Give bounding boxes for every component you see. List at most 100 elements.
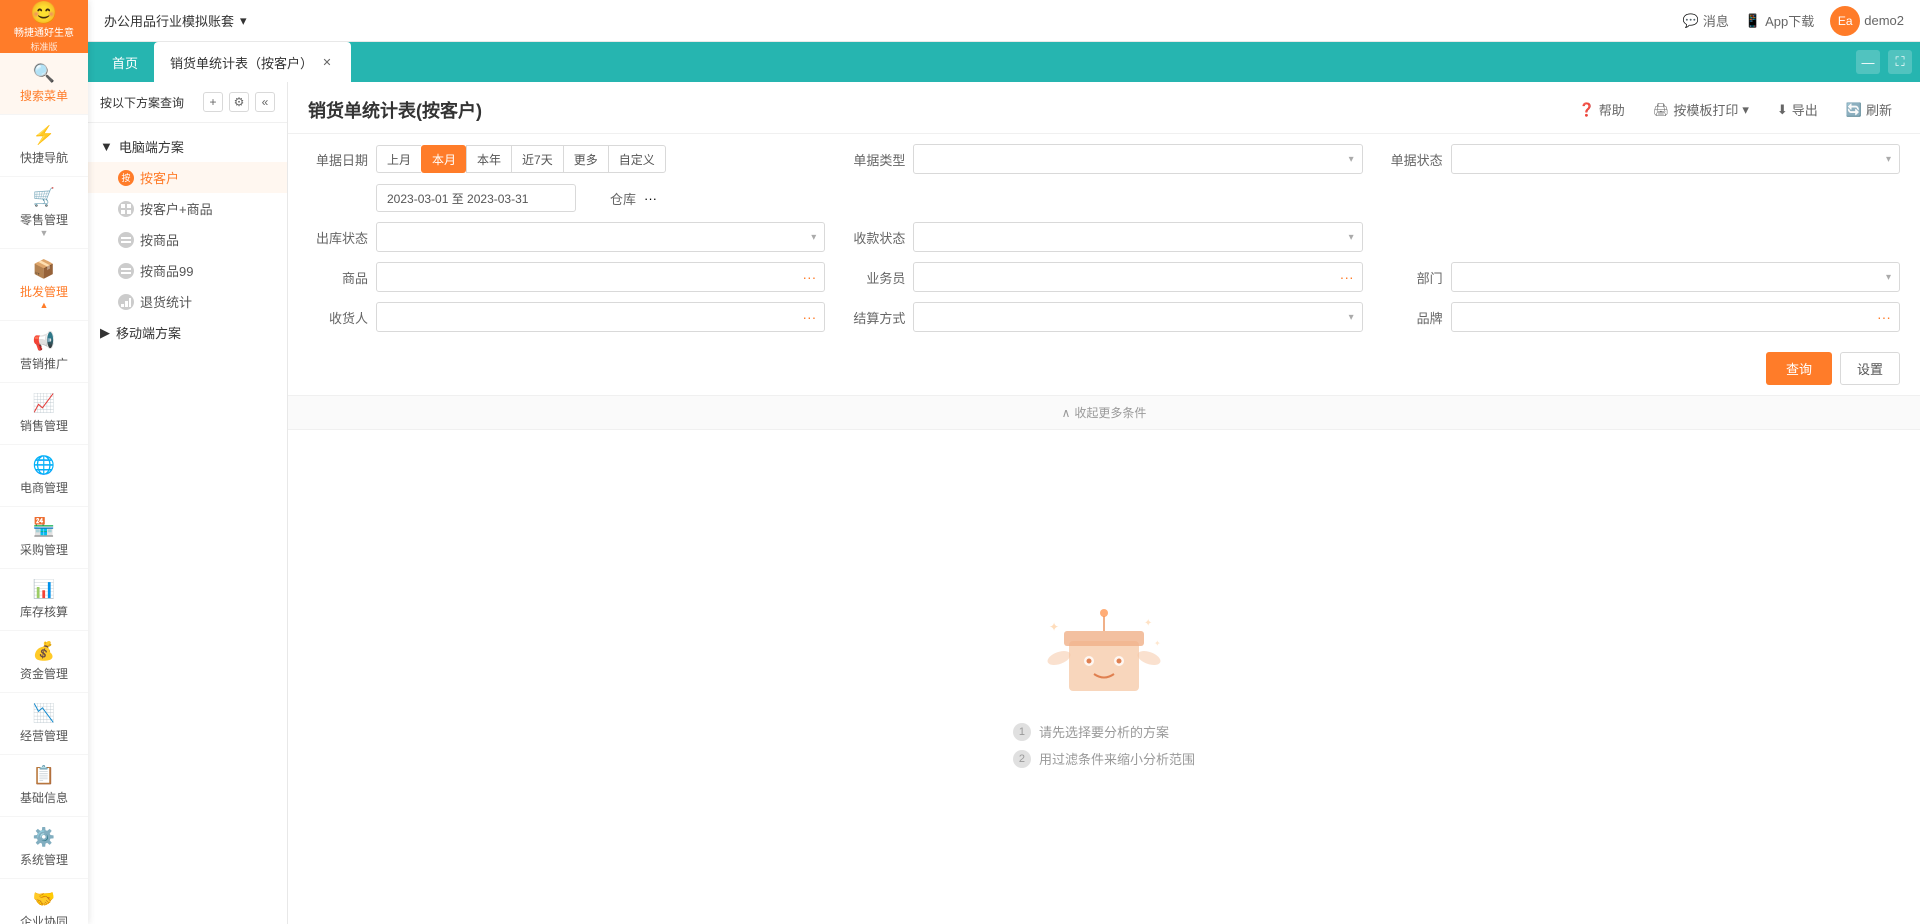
help-btn[interactable]: ❓ 帮助 xyxy=(1571,96,1633,123)
tree-child-label: 按客户 xyxy=(140,168,179,187)
sidebar-item-retail-mgmt[interactable]: 🛒 零售管理 ▼ xyxy=(0,177,88,249)
tree-mobile-parent[interactable]: ▶ 移动端方案 xyxy=(88,317,287,348)
inventory-icon: 📊 xyxy=(33,579,55,600)
sidebar-item-inventory[interactable]: 📊 库存核算 xyxy=(0,569,88,631)
settlement-label: 结算方式 xyxy=(845,308,905,327)
app-download-btn[interactable]: 📱 App下载 xyxy=(1745,11,1814,30)
collapse-panel-btn[interactable]: « xyxy=(255,92,275,112)
logo: 😊 畅捷通好生意 标准版 xyxy=(0,0,88,53)
out-status-select[interactable]: ▾ xyxy=(376,222,825,252)
tree-child-by-product-99[interactable]: 按商品99 xyxy=(88,255,287,286)
product-dots: ··· xyxy=(802,269,816,285)
payment-status-select[interactable]: ▾ xyxy=(913,222,1362,252)
sidebar-item-marketing[interactable]: 📢 营销推广 xyxy=(0,321,88,383)
tab-minimize-btn[interactable]: — xyxy=(1856,50,1880,74)
receiver-select[interactable]: ··· xyxy=(376,302,825,332)
sidebar-item-label: 零售管理 xyxy=(20,211,68,228)
sidebar-item-operations[interactable]: 📉 经营管理 xyxy=(0,693,88,755)
tabbar: 首页 销货单统计表（按客户） ✕ — ⛶ xyxy=(88,42,1920,82)
sidebar-item-ecommerce[interactable]: 🌐 电商管理 xyxy=(0,445,88,507)
collapse-bar[interactable]: ∧ 收起更多条件 xyxy=(288,396,1920,430)
username-label: demo2 xyxy=(1864,13,1904,28)
department-label: 部门 xyxy=(1383,268,1443,287)
collapse-icon: « xyxy=(262,95,269,109)
tree-desktop-parent[interactable]: ▼ 电脑端方案 xyxy=(88,131,287,162)
empty-state: ✦ ✦ ✦ 1 请先选择要分析的方案 2 用过滤条件来缩小分析范围 xyxy=(288,430,1920,924)
tab-home-label: 首页 xyxy=(112,53,138,72)
tree-child-by-product[interactable]: 按商品 xyxy=(88,224,287,255)
doc-status-label: 单据状态 xyxy=(1383,150,1443,169)
logo-subtitle: 标准版 xyxy=(30,40,57,53)
sidebar-item-basic-info[interactable]: 📋 基础信息 xyxy=(0,755,88,817)
logo-title: 畅捷通好生意 xyxy=(14,28,74,40)
quick-nav-icon: ⚡ xyxy=(33,125,55,146)
sidebar-item-quick-nav[interactable]: ⚡ 快捷导航 xyxy=(0,115,88,177)
by-customer-product-icon xyxy=(118,201,134,217)
export-icon: ⬇ xyxy=(1777,102,1788,118)
product-filter-cell: 商品 ··· xyxy=(308,262,825,292)
message-btn[interactable]: 💬 消息 xyxy=(1683,11,1729,30)
product-select[interactable]: ··· xyxy=(376,262,825,292)
settlement-select[interactable]: ▾ xyxy=(913,302,1362,332)
doc-status-select[interactable]: ▾ xyxy=(1451,144,1900,174)
collapse-label: 收起更多条件 xyxy=(1074,404,1146,421)
sidebar-item-system[interactable]: ⚙️ 系统管理 xyxy=(0,817,88,879)
date-btn-this-month[interactable]: 本月 xyxy=(421,145,466,173)
sidebar-item-label: 资金管理 xyxy=(20,665,68,682)
sidebar-item-finance[interactable]: 💰 资金管理 xyxy=(0,631,88,693)
warehouse-dots: ··· xyxy=(644,191,657,206)
settings-icon: ⚙ xyxy=(234,95,245,109)
sidebar-item-wholesale-mgmt[interactable]: 📦 批发管理 ▲ xyxy=(0,249,88,321)
department-select[interactable]: ▾ xyxy=(1451,262,1900,292)
retail-icon: 🛒 xyxy=(33,187,55,208)
svg-text:✦: ✦ xyxy=(1154,639,1161,648)
date-range-display[interactable]: 2023-03-01 至 2023-03-31 xyxy=(376,184,576,212)
tip-text-2: 用过滤条件来缩小分析范围 xyxy=(1039,749,1195,768)
warehouse-row: 仓库 ··· xyxy=(576,189,1900,208)
add-scheme-btn[interactable]: + xyxy=(203,92,223,112)
settings-button[interactable]: 设置 xyxy=(1840,352,1900,385)
refresh-icon: 🔄 xyxy=(1846,102,1862,118)
wholesale-arrow: ▲ xyxy=(40,300,49,310)
date-btn-more[interactable]: 更多 xyxy=(563,145,608,173)
sales-icon: 📈 xyxy=(33,393,55,414)
sidebar-item-sales-mgmt[interactable]: 📈 销售管理 xyxy=(0,383,88,445)
payment-status-arrow-icon: ▾ xyxy=(1349,232,1354,243)
tab-home[interactable]: 首页 xyxy=(96,42,154,82)
app-download-label: App下载 xyxy=(1765,11,1814,30)
tab-sales-stats[interactable]: 销货单统计表（按客户） ✕ xyxy=(154,42,351,82)
empty-svg: ✦ ✦ ✦ xyxy=(1034,586,1174,706)
tab-maximize-btn[interactable]: ⛶ xyxy=(1888,50,1912,74)
finance-icon: 💰 xyxy=(33,641,55,662)
refresh-btn[interactable]: 🔄 刷新 xyxy=(1838,96,1900,123)
doc-type-select[interactable]: ▾ xyxy=(913,144,1362,174)
tree-child-by-customer[interactable]: 按 按客户 xyxy=(88,162,287,193)
salesperson-select[interactable]: ··· xyxy=(913,262,1362,292)
sidebar-item-purchase[interactable]: 🏪 采购管理 xyxy=(0,507,88,569)
print-btn[interactable]: 🖨 按模板打印 ▾ xyxy=(1645,96,1757,123)
message-label: 消息 xyxy=(1703,11,1729,30)
date-btn-last7[interactable]: 近7天 xyxy=(511,145,563,173)
tree-child-refund[interactable]: 退货统计 xyxy=(88,286,287,317)
out-status-label: 出库状态 xyxy=(308,228,368,247)
export-btn[interactable]: ⬇ 导出 xyxy=(1769,96,1826,123)
industry-selector[interactable]: 办公用品行业模拟账套 ▾ xyxy=(104,11,1683,30)
department-arrow-icon: ▾ xyxy=(1886,272,1891,283)
tree-child-by-customer-product[interactable]: 按客户+商品 xyxy=(88,193,287,224)
settings-scheme-btn[interactable]: ⚙ xyxy=(229,92,249,112)
brand-select[interactable]: ··· xyxy=(1451,302,1900,332)
date-btn-last-month[interactable]: 上月 xyxy=(376,145,421,173)
user-profile-btn[interactable]: Ea demo2 xyxy=(1830,6,1904,36)
sidebar-item-search-menu[interactable]: 🔍 搜索菜单 xyxy=(0,53,88,115)
tab-close-icon[interactable]: ✕ xyxy=(319,54,335,70)
date-label: 单据日期 xyxy=(308,150,368,169)
warehouse-select[interactable]: ··· xyxy=(644,191,1900,206)
date-btn-custom[interactable]: 自定义 xyxy=(608,145,666,173)
purchase-icon: 🏪 xyxy=(33,517,55,538)
query-button[interactable]: 查询 xyxy=(1766,352,1832,385)
date-btn-this-year[interactable]: 本年 xyxy=(466,145,511,173)
print-label: 按模板打印 xyxy=(1673,100,1738,119)
sidebar-item-enterprise-coop[interactable]: 🤝 企业协同 xyxy=(0,879,88,924)
help-label: 帮助 xyxy=(1599,100,1625,119)
sidebar-item-label: 快捷导航 xyxy=(20,149,68,166)
